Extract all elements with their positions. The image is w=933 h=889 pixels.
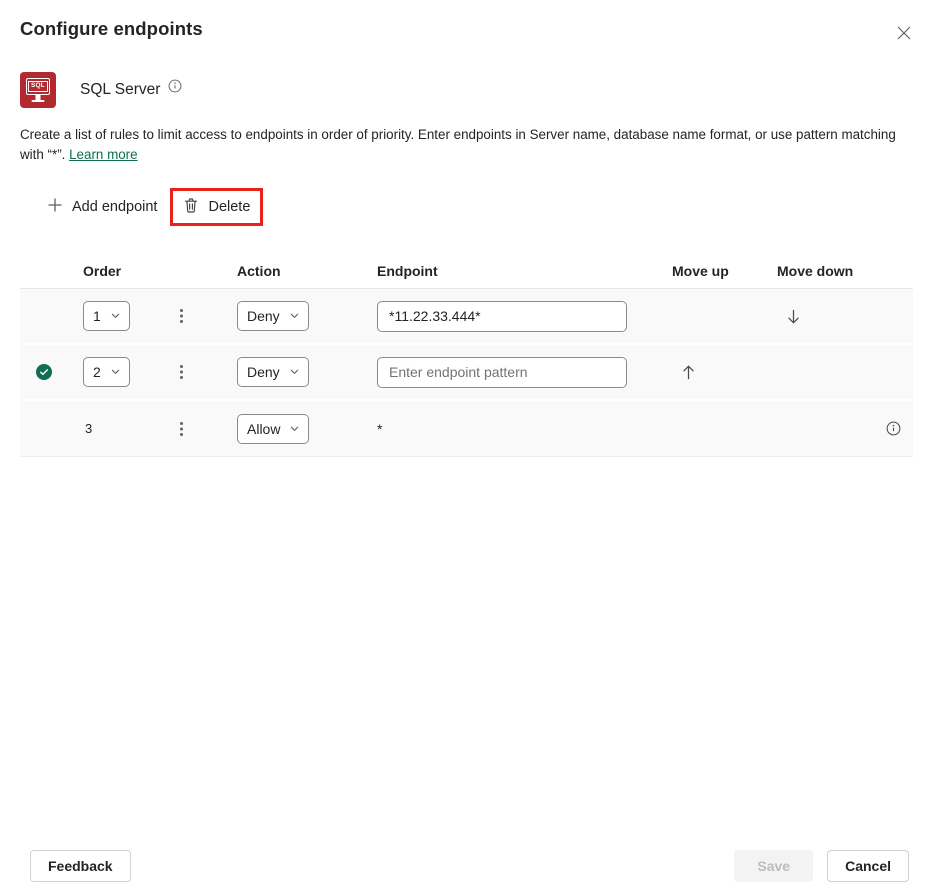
chevron-down-icon (110, 308, 121, 324)
chevron-down-icon (289, 308, 300, 324)
header-endpoint: Endpoint (377, 253, 672, 288)
table-header-row: Order Action Endpoint Move up Move down (20, 253, 913, 289)
chevron-down-icon (289, 364, 300, 380)
arrow-up-icon (679, 370, 698, 385)
configure-endpoints-dialog: Configure endpoints SQL SQL Server Creat… (0, 0, 933, 889)
endpoint-pattern-input[interactable] (377, 301, 627, 332)
sql-server-icon: SQL (20, 72, 56, 108)
table-row-selected: 2 Deny (20, 345, 913, 401)
header-move-up: Move up (672, 253, 777, 288)
drag-handle-icon[interactable] (180, 427, 183, 430)
save-button[interactable]: Save (734, 850, 813, 882)
arrow-down-icon (784, 314, 803, 329)
plus-icon (47, 197, 63, 217)
action-dropdown[interactable]: Deny (237, 301, 309, 331)
endpoint-pattern-input[interactable] (377, 357, 627, 388)
selected-check-icon (36, 364, 52, 380)
info-icon[interactable] (168, 79, 182, 93)
header-order: Order (83, 253, 237, 288)
chevron-down-icon (289, 421, 300, 437)
drag-handle-icon[interactable] (180, 371, 183, 374)
description-text: Create a list of rules to limit access t… (20, 125, 913, 165)
table-row: 1 Deny (20, 289, 913, 345)
endpoints-table: Order Action Endpoint Move up Move down … (20, 253, 913, 457)
delete-button[interactable]: Delete (183, 197, 250, 218)
learn-more-link[interactable]: Learn more (69, 147, 137, 162)
resource-header: SQL SQL Server (20, 72, 913, 108)
move-down-button[interactable] (782, 305, 805, 328)
close-button[interactable] (891, 20, 917, 46)
table-row: 3 Allow * (20, 401, 913, 457)
drag-handle-icon[interactable] (180, 315, 183, 318)
cancel-button[interactable]: Cancel (827, 850, 909, 882)
action-dropdown[interactable]: Allow (237, 414, 309, 444)
header-move-down: Move down (777, 253, 913, 288)
chevron-down-icon (110, 364, 121, 380)
delete-highlight-box: Delete (170, 188, 263, 227)
monitor-icon: SQL (26, 78, 50, 95)
trash-icon (183, 197, 199, 218)
footer: Feedback Save Cancel (30, 850, 909, 882)
close-icon (897, 28, 911, 43)
page-title: Configure endpoints (20, 18, 203, 40)
feedback-button[interactable]: Feedback (30, 850, 131, 882)
add-endpoint-button[interactable]: Add endpoint (47, 197, 157, 217)
order-dropdown[interactable]: 1 (83, 301, 130, 331)
action-dropdown[interactable]: Deny (237, 357, 309, 387)
header-action: Action (237, 253, 377, 288)
order-dropdown[interactable]: 2 (83, 357, 130, 387)
resource-name: SQL Server (80, 81, 160, 99)
move-up-button[interactable] (677, 361, 700, 384)
sql-icon-label: SQL (28, 81, 48, 92)
endpoint-pattern-text: * (377, 421, 382, 437)
order-number: 3 (83, 421, 92, 436)
title-bar: Configure endpoints (20, 18, 913, 46)
toolbar: Add endpoint Delete (47, 186, 913, 228)
row-info-icon[interactable] (886, 421, 901, 436)
